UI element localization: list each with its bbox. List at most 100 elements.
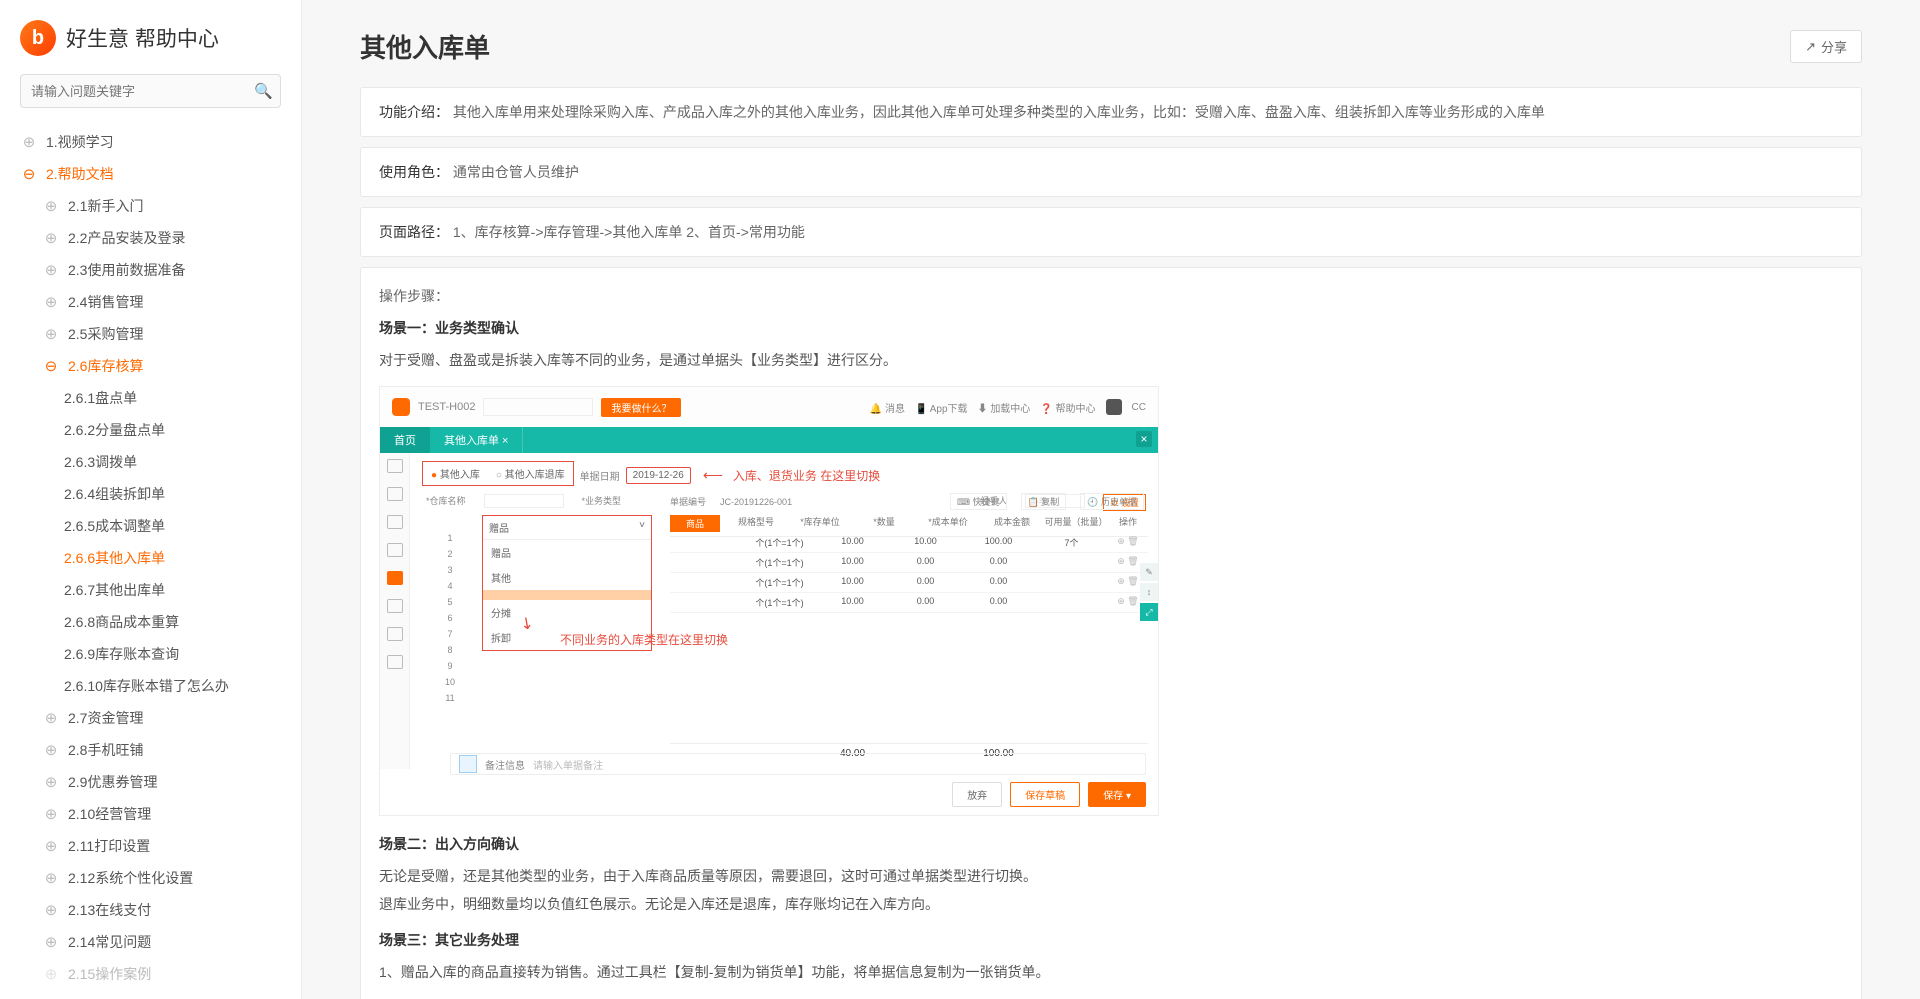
- nav-2-13[interactable]: ⊕2.13在线支付: [20, 894, 281, 926]
- shot-helper-1: ⌨ 快捷键: [950, 493, 1007, 510]
- nav-2-6-3[interactable]: 2.6.3调拨单: [20, 446, 281, 478]
- nav-tree: ⊕1.视频学习 ⊖2.帮助文档 ⊕2.1新手入门 ⊕2.2产品安装及登录 ⊕2.…: [20, 126, 281, 990]
- plus-icon: ⊕: [42, 709, 60, 727]
- shot-doc-type-radio: 其他入库 其他入库退库: [422, 461, 574, 486]
- nav-2-6-9[interactable]: 2.6.9库存账本查询: [20, 638, 281, 670]
- share-button[interactable]: ↗分享: [1790, 30, 1862, 63]
- remark-placeholder: 请输入单据备注: [533, 757, 603, 772]
- tool-icon-active: ⤢: [1140, 603, 1158, 621]
- nav-2-1[interactable]: ⊕2.1新手入门: [20, 190, 281, 222]
- nav-2-6[interactable]: ⊖2.6库存核算: [20, 350, 281, 382]
- minus-icon: ⊖: [20, 165, 38, 183]
- nav-2-3[interactable]: ⊕2.3使用前数据准备: [20, 254, 281, 286]
- shot-company: TEST-H002: [418, 401, 475, 413]
- nav-2-6-7[interactable]: 2.6.7其他出库单: [20, 574, 281, 606]
- table-row: 个(1个=1个)10.000.000.00⊕ 🗑: [670, 573, 1148, 593]
- avatar-icon: [1106, 399, 1122, 415]
- shot-table-body: 个(1个=1个)10.0010.00100.007个⊕ 🗑 个(1个=1个)10…: [670, 533, 1148, 613]
- shot-docno: JC-20191226-001: [720, 497, 792, 507]
- nav-2-6-4[interactable]: 2.6.4组装拆卸单: [20, 478, 281, 510]
- dropdown-item: 赠品: [483, 540, 651, 565]
- shot-callout-2: 不同业务的入库类型在这里切换: [560, 631, 728, 648]
- dropdown-item-selected: [483, 590, 651, 600]
- nav-video-learning[interactable]: ⊕1.视频学习: [20, 126, 281, 158]
- nav-2-8[interactable]: ⊕2.8手机旺铺: [20, 734, 281, 766]
- nav-2-6-8[interactable]: 2.6.8商品成本重算: [20, 606, 281, 638]
- page-header: 其他入库单 ↗分享: [360, 28, 1862, 65]
- nav-2-4[interactable]: ⊕2.4销售管理: [20, 286, 281, 318]
- scene1-text: 对于受赠、盘盈或是拆装入库等不同的业务，是通过单据头【业务类型】进行区分。: [379, 346, 1843, 374]
- nav-2-9[interactable]: ⊕2.9优惠券管理: [20, 766, 281, 798]
- scene2-line1: 无论是受赠，还是其他类型的业务，由于入库商品质量等原因，需要退回，这时可通过单据…: [379, 862, 1843, 890]
- shot-link-msg: 🔔 消息: [870, 400, 905, 415]
- nav-2-2[interactable]: ⊕2.2产品安装及登录: [20, 222, 281, 254]
- nav-2-6-6-current[interactable]: 2.6.6其他入库单: [20, 542, 281, 574]
- plus-icon: ⊕: [42, 869, 60, 887]
- nav-2-6-2[interactable]: 2.6.2分量盘点单: [20, 414, 281, 446]
- shot-footer-buttons: 放弃 保存草稿 保存 ▾: [952, 782, 1146, 807]
- search-wrap: 🔍: [20, 74, 281, 108]
- nav-2-11[interactable]: ⊕2.11打印设置: [20, 830, 281, 862]
- path-box: 页面路径： 1、库存核算->库存管理->其他入库单 2、首页->常用功能: [360, 207, 1862, 257]
- shot-right-tools: ✎ ↕ ⤢: [1140, 563, 1158, 623]
- shot-tabbar: 首页 其他入库单 × ×: [380, 427, 1158, 453]
- radio-in: 其他入库: [431, 466, 480, 481]
- chevron-down-icon: ˅: [639, 520, 645, 535]
- btn-save-draft: 保存草稿: [1010, 782, 1080, 807]
- th-amount: 成本金额: [980, 515, 1044, 532]
- role-text: 通常由仓管人员维护: [453, 164, 579, 180]
- table-row: 个(1个=1个)10.000.000.00⊕ 🗑: [670, 553, 1148, 573]
- nav-2-5[interactable]: ⊕2.5采购管理: [20, 318, 281, 350]
- nav-2-6-5[interactable]: 2.6.5成本调整单: [20, 510, 281, 542]
- note-icon: [459, 755, 477, 773]
- shot-link-load: ⬇ 加载中心: [978, 400, 1031, 415]
- shot-wh-label: *仓库名称: [426, 494, 466, 511]
- nav-help-docs[interactable]: ⊖2.帮助文档: [20, 158, 281, 190]
- role-label: 使用角色：: [379, 164, 449, 180]
- th-goods: 商品: [670, 515, 720, 532]
- sidebar: b 好生意 帮助中心 🔍 ⊕1.视频学习 ⊖2.帮助文档 ⊕2.1新手入门 ⊕2…: [0, 0, 302, 999]
- nav-2-7[interactable]: ⊕2.7资金管理: [20, 702, 281, 734]
- plus-icon: ⊕: [42, 261, 60, 279]
- side-icon-active: [387, 571, 403, 585]
- side-icon: [387, 543, 403, 557]
- th-avail: 可用量（批量）: [1044, 515, 1108, 532]
- shot-helper-3: 🕘 历史单据: [1080, 493, 1144, 510]
- plus-icon: ⊕: [42, 773, 60, 791]
- scene3-title: 场景三：其它业务处理: [379, 930, 1843, 950]
- side-icon: [387, 459, 403, 473]
- path-label: 页面路径：: [379, 224, 449, 240]
- inline-screenshot: TEST-H002 我要做什么？ 🔔 消息 📱 App下载 ⬇ 加载中心 ❓ 帮…: [379, 386, 1159, 816]
- shot-docno-lbl: 单据编号: [670, 495, 706, 508]
- side-icon: [387, 487, 403, 501]
- plus-icon: ⊕: [42, 229, 60, 247]
- plus-icon: ⊕: [42, 933, 60, 951]
- steps-label: 操作步骤：: [379, 286, 1843, 306]
- intro-text: 其他入库单用来处理除采购入库、产成品入库之外的其他入库业务，因此其他入库单可处理…: [453, 104, 1545, 120]
- tool-icon: ✎: [1140, 563, 1158, 581]
- shot-date-label: 单据日期: [580, 468, 620, 483]
- nav-2-6-1[interactable]: 2.6.1盘点单: [20, 382, 281, 414]
- nav-2-14[interactable]: ⊕2.14常见问题: [20, 926, 281, 958]
- share-icon: ↗: [1805, 39, 1816, 55]
- nav-2-10[interactable]: ⊕2.10经营管理: [20, 798, 281, 830]
- arrow-icon: ⟵: [703, 467, 723, 484]
- main-content: 其他入库单 ↗分享 功能介绍： 其他入库单用来处理除采购入库、产成品入库之外的其…: [302, 0, 1920, 999]
- th-unit: *库存单位: [788, 515, 852, 532]
- shot-helper-row: 单据编号 JC-20191226-001 ⌨ 快捷键 📋 复制 🕘 历史单据: [670, 493, 1144, 510]
- nav-2-12[interactable]: ⊕2.12系统个性化设置: [20, 862, 281, 894]
- plus-icon: ⊕: [42, 805, 60, 823]
- dropdown-item: 分摊: [483, 600, 651, 625]
- side-icon: [387, 515, 403, 529]
- search-icon[interactable]: 🔍: [254, 82, 273, 100]
- nav-2-6-10[interactable]: 2.6.10库存账本错了怎么办: [20, 670, 281, 702]
- search-input[interactable]: [20, 74, 281, 108]
- remark-label: 备注信息: [485, 757, 525, 772]
- shot-topbar: TEST-H002 我要做什么？ 🔔 消息 📱 App下载 ⬇ 加载中心 ❓ 帮…: [380, 387, 1158, 427]
- nav-2-15[interactable]: ⊕2.15操作案例: [20, 958, 281, 990]
- shot-cta-button: 我要做什么？: [601, 398, 681, 417]
- side-icon: [387, 627, 403, 641]
- plus-icon: ⊕: [42, 901, 60, 919]
- th-ops: 操作: [1108, 515, 1148, 532]
- page-title: 其他入库单: [360, 28, 490, 65]
